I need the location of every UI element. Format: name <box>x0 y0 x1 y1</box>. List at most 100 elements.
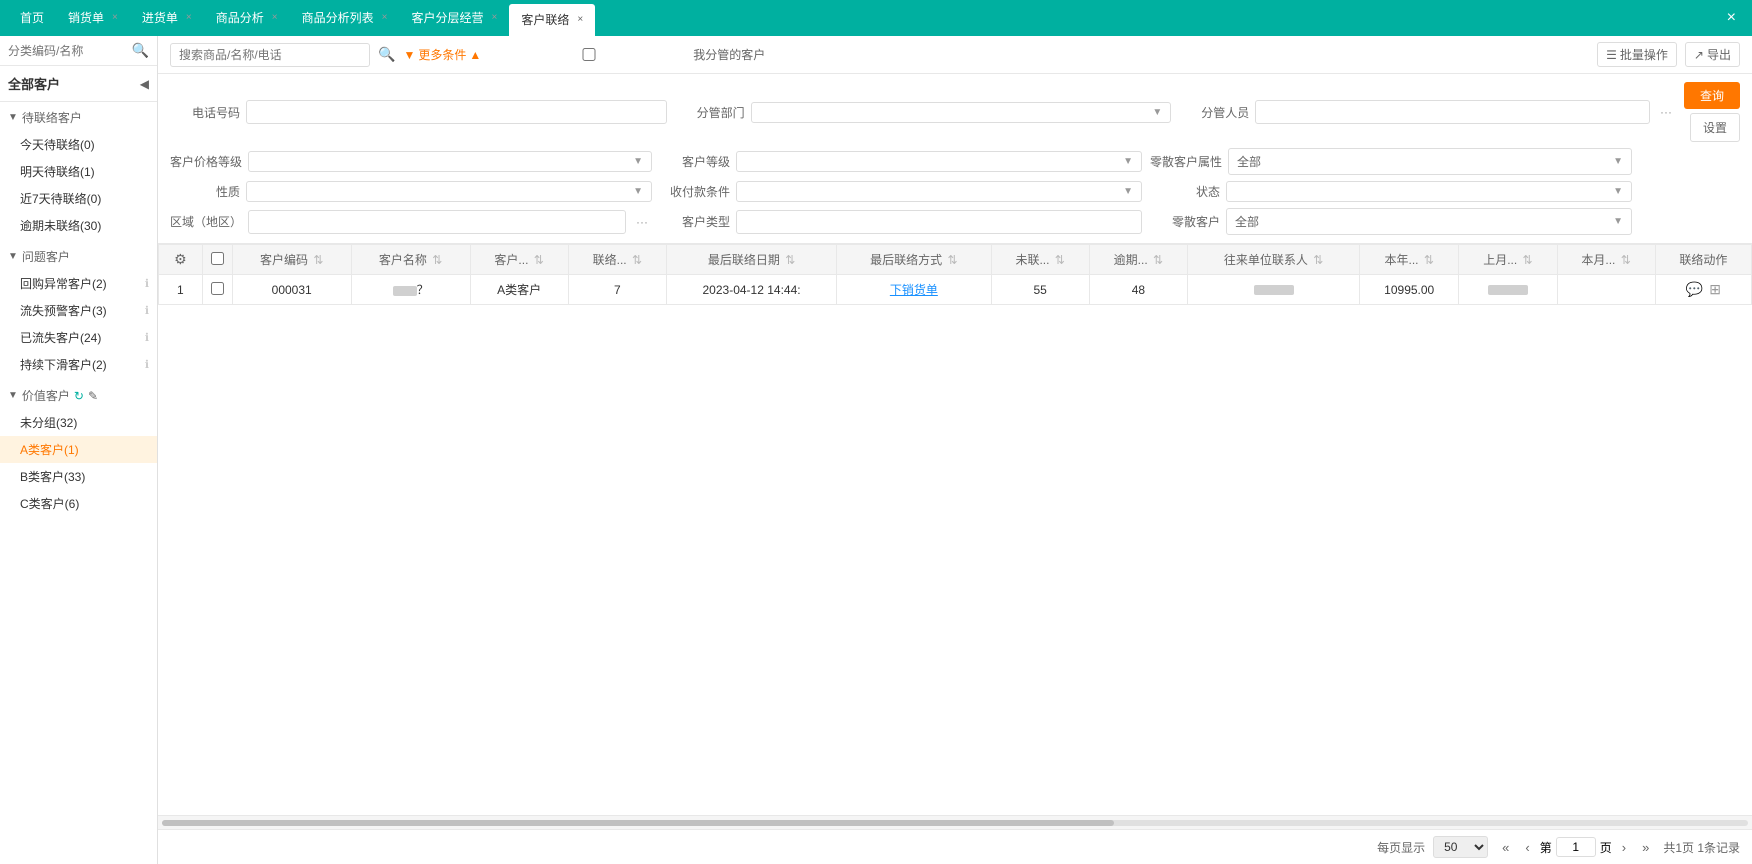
region-dots-icon[interactable]: ··· <box>632 213 652 231</box>
payment-select[interactable]: ▼ <box>736 181 1142 202</box>
sidebar-item-class-b[interactable]: B类客户(33) <box>0 463 157 490</box>
search-input[interactable] <box>170 43 370 67</box>
nav-home[interactable]: 首页 <box>8 0 56 36</box>
customer-type-input[interactable] <box>736 210 1142 234</box>
sidebar-section-value-title[interactable]: ▼ 价值客户 ↻ ✎ <box>0 382 157 409</box>
nav-sales-close[interactable]: × <box>112 0 118 36</box>
today-label: 今天待联络(0) <box>20 136 95 153</box>
col-type[interactable]: 客户... ⇅ <box>470 245 568 275</box>
my-customers-checkbox[interactable] <box>489 48 689 61</box>
nav-purchase-close[interactable]: × <box>186 0 192 36</box>
nav-customer-segment-close[interactable]: × <box>491 0 497 36</box>
batch-op-button[interactable]: ☰ 批量操作 <box>1597 42 1677 67</box>
dept-select[interactable]: ▼ <box>751 102 1172 123</box>
col-this-year[interactable]: 本年... ⇅ <box>1360 245 1459 275</box>
col-code[interactable]: 客户编码 ⇅ <box>232 245 351 275</box>
sidebar-item-class-a[interactable]: A类客户(1) <box>0 436 157 463</box>
nav-customer-segment[interactable]: 客户分层经营 × <box>399 0 509 36</box>
status-select[interactable]: ▼ <box>1226 181 1632 202</box>
col-name[interactable]: 客户名称 ⇅ <box>351 245 470 275</box>
problem-title-label: 问题客户 <box>22 248 70 265</box>
my-customers-filter[interactable]: 我分管的客户 <box>489 46 765 63</box>
nav-product-analysis-list-close[interactable]: × <box>382 0 388 36</box>
nav-sales[interactable]: 销货单 × <box>56 0 130 36</box>
first-page-button[interactable]: « <box>1496 838 1515 857</box>
nav-purchase[interactable]: 进货单 × <box>130 0 204 36</box>
filter-retail-attr: 零散客户属性 全部 ▼ <box>1150 148 1632 175</box>
value-edit-icon[interactable]: ✎ <box>88 389 98 403</box>
cell-checkbox[interactable] <box>202 275 232 305</box>
scrollbar-thumb[interactable] <box>162 820 1114 826</box>
this-month-sort-icon: ⇅ <box>1621 253 1631 267</box>
export-label: 导出 <box>1707 46 1731 63</box>
nav-product-analysis-list[interactable]: 商品分析列表 × <box>290 0 400 36</box>
query-button[interactable]: 查询 <box>1684 82 1740 109</box>
price-level-select[interactable]: ▼ <box>248 151 652 172</box>
sidebar-item-declining[interactable]: 持续下滑客户(2) ℹ <box>0 351 157 378</box>
sidebar-item-tomorrow[interactable]: 明天待联络(1) <box>0 158 157 185</box>
retail-select[interactable]: 全部 ▼ <box>1226 208 1632 235</box>
page-number-input[interactable] <box>1556 837 1596 857</box>
next-page-button[interactable]: › <box>1616 838 1632 857</box>
nature-select[interactable]: ▼ <box>246 181 652 202</box>
settings-button[interactable]: 设置 <box>1690 113 1740 142</box>
sidebar-item-today[interactable]: 今天待联络(0) <box>0 131 157 158</box>
sidebar-collapse-icon[interactable]: ◀ <box>140 77 149 91</box>
sidebar-item-class-c[interactable]: C类客户(6) <box>0 490 157 517</box>
sidebar-item-churned[interactable]: 已流失客户(24) ℹ <box>0 324 157 351</box>
last-page-button[interactable]: » <box>1636 838 1655 857</box>
sidebar-item-churn-warning[interactable]: 流失预警客户(3) ℹ <box>0 297 157 324</box>
prev-page-button[interactable]: ‹ <box>1519 838 1535 857</box>
customer-level-select[interactable]: ▼ <box>736 151 1142 172</box>
col-select-all[interactable] <box>202 245 232 275</box>
sidebar-search-icon[interactable]: 🔍 <box>132 42 149 59</box>
horizontal-scrollbar[interactable] <box>158 815 1752 829</box>
value-refresh-icon[interactable]: ↻ <box>74 389 84 403</box>
col-uncontacted[interactable]: 未联... ⇅ <box>991 245 1089 275</box>
col-overdue[interactable]: 逾期... ⇅ <box>1089 245 1187 275</box>
status-arrow-icon: ▼ <box>1613 186 1623 197</box>
last-method-link[interactable]: 下销货单 <box>890 283 938 297</box>
table-settings-icon[interactable]: ⚙ <box>174 251 187 267</box>
phone-input[interactable] <box>246 100 667 124</box>
export-button[interactable]: ↗ 导出 <box>1685 42 1740 67</box>
filter-row-1: 电话号码 分管部门 ▼ 分管人员 ··· 查询 设置 <box>170 82 1740 142</box>
row-checkbox[interactable] <box>211 282 224 295</box>
col-contact[interactable]: 联络... ⇅ <box>568 245 666 275</box>
sidebar-item-repurchase-abnormal[interactable]: 回购异常客户(2) ℹ <box>0 270 157 297</box>
nav-customer-contact[interactable]: 客户联络 × <box>509 4 595 36</box>
cell-overdue: 48 <box>1089 275 1187 305</box>
nav-product-analysis-close[interactable]: × <box>272 0 278 36</box>
sidebar-section-problem-title[interactable]: ▼ 问题客户 <box>0 243 157 270</box>
search-button[interactable]: 🔍 <box>378 46 395 63</box>
sidebar-section-pending-title[interactable]: ▼ 待联络客户 <box>0 104 157 131</box>
manager-dots-icon[interactable]: ··· <box>1656 103 1676 121</box>
retail-label: 零散客户 <box>1150 213 1220 230</box>
close-all-button[interactable]: × <box>1719 9 1744 27</box>
table-row: 1 000031 ？ A类客户 7 2023-04-12 14:44: 下销货单… <box>159 275 1752 305</box>
manager-input[interactable] <box>1255 100 1650 124</box>
col-this-month[interactable]: 本月... ⇅ <box>1557 245 1655 275</box>
qr-icon[interactable]: ⊞ <box>1709 281 1721 298</box>
contact-person-placeholder <box>1254 285 1294 295</box>
filter-dept: 分管部门 ▼ <box>675 102 1172 123</box>
col-settings[interactable]: ⚙ <box>159 245 203 275</box>
col-contact-person[interactable]: 往来单位联系人 ⇅ <box>1187 245 1359 275</box>
nav-product-analysis[interactable]: 商品分析 × <box>204 0 290 36</box>
cell-seq: 1 <box>159 275 203 305</box>
col-last-method[interactable]: 最后联络方式 ⇅ <box>837 245 991 275</box>
sidebar-search-input[interactable] <box>8 44 132 58</box>
message-icon[interactable]: 💬 <box>1686 281 1703 298</box>
more-filters-button[interactable]: ▼ 更多条件 ▲ <box>403 46 481 63</box>
col-last-month[interactable]: 上月... ⇅ <box>1459 245 1557 275</box>
cell-last-date: 2023-04-12 14:44: <box>666 275 836 305</box>
retail-attr-select[interactable]: 全部 ▼ <box>1228 148 1632 175</box>
select-all-checkbox[interactable] <box>211 252 224 265</box>
sidebar-item-overdue[interactable]: 逾期未联络(30) <box>0 212 157 239</box>
nav-customer-contact-close[interactable]: × <box>577 4 583 36</box>
sidebar-item-7days[interactable]: 近7天待联络(0) <box>0 185 157 212</box>
per-page-select[interactable]: 50 100 <box>1433 836 1488 858</box>
col-last-date[interactable]: 最后联络日期 ⇅ <box>666 245 836 275</box>
sidebar-item-ungrouped[interactable]: 未分组(32) <box>0 409 157 436</box>
region-input[interactable] <box>248 210 626 234</box>
